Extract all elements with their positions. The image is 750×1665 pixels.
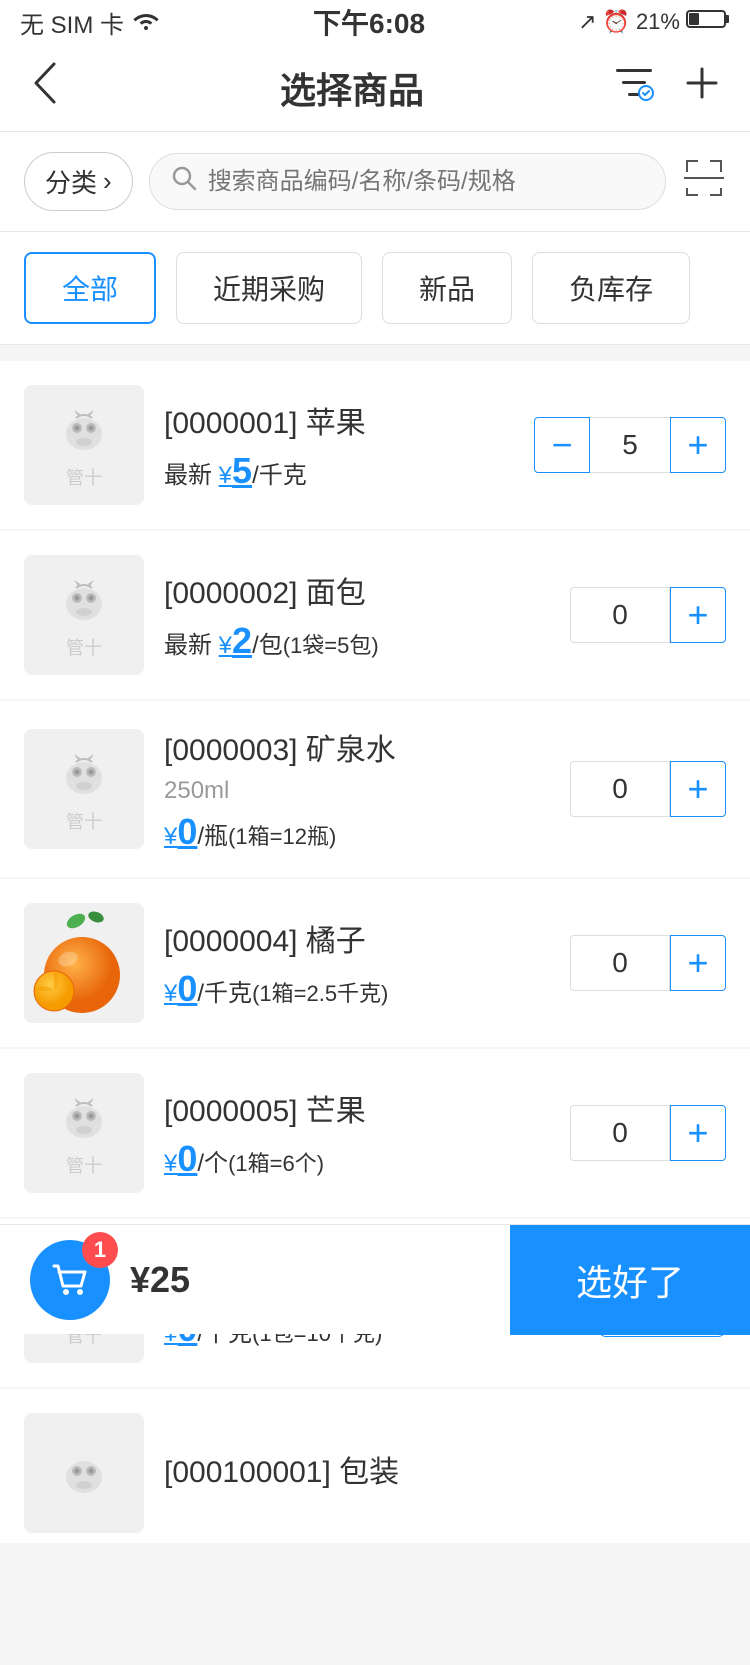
battery-icon bbox=[686, 8, 730, 36]
tab-negative-stock[interactable]: 负库存 bbox=[532, 252, 690, 324]
product-image: 管十 bbox=[24, 385, 144, 505]
quantity-increase-button[interactable]: + bbox=[670, 1105, 726, 1161]
status-bar: 无 SIM 卡 下午6:08 ↗ ⏰ 21% bbox=[0, 0, 750, 44]
cart-button[interactable]: 1 bbox=[30, 1240, 110, 1320]
alarm-icon: ⏰ bbox=[603, 9, 630, 35]
owl-logo bbox=[54, 1443, 114, 1503]
cart-icon bbox=[48, 1258, 92, 1302]
quantity-control: + bbox=[570, 935, 726, 991]
status-right: ↗ ⏰ 21% bbox=[578, 8, 730, 36]
owl-logo-text: 管十 bbox=[66, 808, 102, 834]
product-info: [0000005] 芒果 ¥0/个(1箱=6个) bbox=[164, 1086, 550, 1180]
quantity-input[interactable] bbox=[570, 587, 670, 643]
add-product-button[interactable] bbox=[684, 65, 720, 110]
product-price: ¥0/个(1箱=6个) bbox=[164, 1138, 550, 1180]
page-title: 选择商品 bbox=[280, 62, 424, 114]
list-item: [000100001] 包装 bbox=[0, 1389, 750, 1543]
product-name: [0000002] 面包 bbox=[164, 568, 550, 612]
status-left: 无 SIM 卡 bbox=[20, 5, 160, 40]
owl-logo: 管十 bbox=[54, 744, 114, 834]
product-image bbox=[24, 1413, 144, 1533]
owl-logo: 管十 bbox=[54, 1088, 114, 1178]
quantity-decrease-button[interactable]: − bbox=[534, 417, 590, 473]
status-time: 下午6:08 bbox=[313, 2, 425, 42]
quantity-control: − + bbox=[534, 417, 726, 473]
product-info: [0000004] 橘子 ¥0/千克(1箱=2.5千克) bbox=[164, 916, 550, 1010]
category-label: 分类 bbox=[45, 163, 97, 200]
list-item: 管十 [0000003] 矿泉水 250ml ¥0/瓶(1箱=12瓶) + bbox=[0, 701, 750, 877]
tab-all[interactable]: 全部 bbox=[24, 252, 156, 324]
quantity-increase-button[interactable]: + bbox=[670, 587, 726, 643]
search-input[interactable] bbox=[208, 168, 645, 196]
product-info: [0000002] 面包 最新 ¥2/包(1袋=5包) bbox=[164, 568, 550, 662]
list-item: 管十 [0000001] 苹果 最新 ¥5/千克 − + bbox=[0, 361, 750, 529]
filter-tabs: 全部 近期采购 新品 负库存 bbox=[0, 232, 750, 345]
search-bar: 分类 › bbox=[0, 132, 750, 232]
filter-icon[interactable] bbox=[614, 65, 654, 110]
product-spec: 250ml bbox=[164, 777, 550, 805]
product-image-orange bbox=[24, 903, 144, 1023]
product-name: [000100001] 包装 bbox=[164, 1447, 726, 1491]
location-icon: ↗ bbox=[578, 9, 596, 35]
list-item: 管十 [0000005] 芒果 ¥0/个(1箱=6个) + bbox=[0, 1049, 750, 1217]
owl-logo-text: 管十 bbox=[66, 1152, 102, 1178]
quantity-control: + bbox=[570, 761, 726, 817]
product-list: 管十 [0000001] 苹果 最新 ¥5/千克 − + bbox=[0, 361, 750, 1665]
quantity-increase-button[interactable]: + bbox=[670, 761, 726, 817]
product-info: [000100001] 包装 bbox=[164, 1447, 726, 1499]
bottom-bar: 1 ¥25 选好了 bbox=[0, 1224, 750, 1334]
quantity-input[interactable] bbox=[570, 1105, 670, 1161]
cart-total: ¥25 bbox=[130, 1259, 190, 1301]
product-info: [0000001] 苹果 最新 ¥5/千克 bbox=[164, 398, 514, 492]
owl-logo: 管十 bbox=[54, 570, 114, 660]
owl-logo-text: 管十 bbox=[66, 464, 102, 490]
quantity-increase-button[interactable]: + bbox=[670, 935, 726, 991]
product-name: [0000003] 矿泉水 bbox=[164, 725, 550, 769]
tab-recent-purchase[interactable]: 近期采购 bbox=[176, 252, 362, 324]
quantity-control: + bbox=[570, 1105, 726, 1161]
battery-level: 21% bbox=[636, 9, 680, 35]
nav-bar: 选择商品 bbox=[0, 44, 750, 132]
product-price: ¥0/千克(1箱=2.5千克) bbox=[164, 968, 550, 1010]
cart-area: 1 ¥25 bbox=[0, 1240, 510, 1320]
quantity-input[interactable] bbox=[570, 761, 670, 817]
quantity-increase-button[interactable]: + bbox=[670, 417, 726, 473]
product-image: 管十 bbox=[24, 1073, 144, 1193]
divider bbox=[0, 345, 750, 361]
owl-logo-text: 管十 bbox=[66, 634, 102, 660]
product-name: [0000004] 橘子 bbox=[164, 916, 550, 960]
product-image: 管十 bbox=[24, 555, 144, 675]
tab-new[interactable]: 新品 bbox=[382, 252, 512, 324]
scan-icon[interactable] bbox=[682, 156, 726, 208]
cart-badge: 1 bbox=[82, 1232, 118, 1268]
product-image: 管十 bbox=[24, 729, 144, 849]
product-price: 最新 ¥5/千克 bbox=[164, 450, 514, 492]
list-item: [0000004] 橘子 ¥0/千克(1箱=2.5千克) + bbox=[0, 879, 750, 1047]
list-item: 管十 [0000002] 面包 最新 ¥2/包(1袋=5包) + bbox=[0, 531, 750, 699]
quantity-input[interactable] bbox=[570, 935, 670, 991]
sim-status: 无 SIM 卡 bbox=[20, 5, 124, 40]
quantity-input[interactable] bbox=[590, 417, 670, 473]
search-input-wrap bbox=[149, 153, 666, 210]
product-name: [0000005] 芒果 bbox=[164, 1086, 550, 1130]
quantity-control: + bbox=[570, 587, 726, 643]
category-button[interactable]: 分类 › bbox=[24, 152, 133, 211]
nav-actions bbox=[614, 65, 720, 110]
category-chevron-icon: › bbox=[103, 166, 112, 197]
product-price: ¥0/瓶(1箱=12瓶) bbox=[164, 811, 550, 853]
confirm-button[interactable]: 选好了 bbox=[510, 1225, 750, 1335]
wifi-icon bbox=[132, 8, 160, 37]
product-info: [0000003] 矿泉水 250ml ¥0/瓶(1箱=12瓶) bbox=[164, 725, 550, 853]
product-price: 最新 ¥2/包(1袋=5包) bbox=[164, 620, 550, 662]
product-name: [0000001] 苹果 bbox=[164, 398, 514, 442]
search-icon bbox=[170, 164, 198, 199]
owl-logo: 管十 bbox=[54, 400, 114, 490]
back-button[interactable] bbox=[30, 60, 90, 115]
